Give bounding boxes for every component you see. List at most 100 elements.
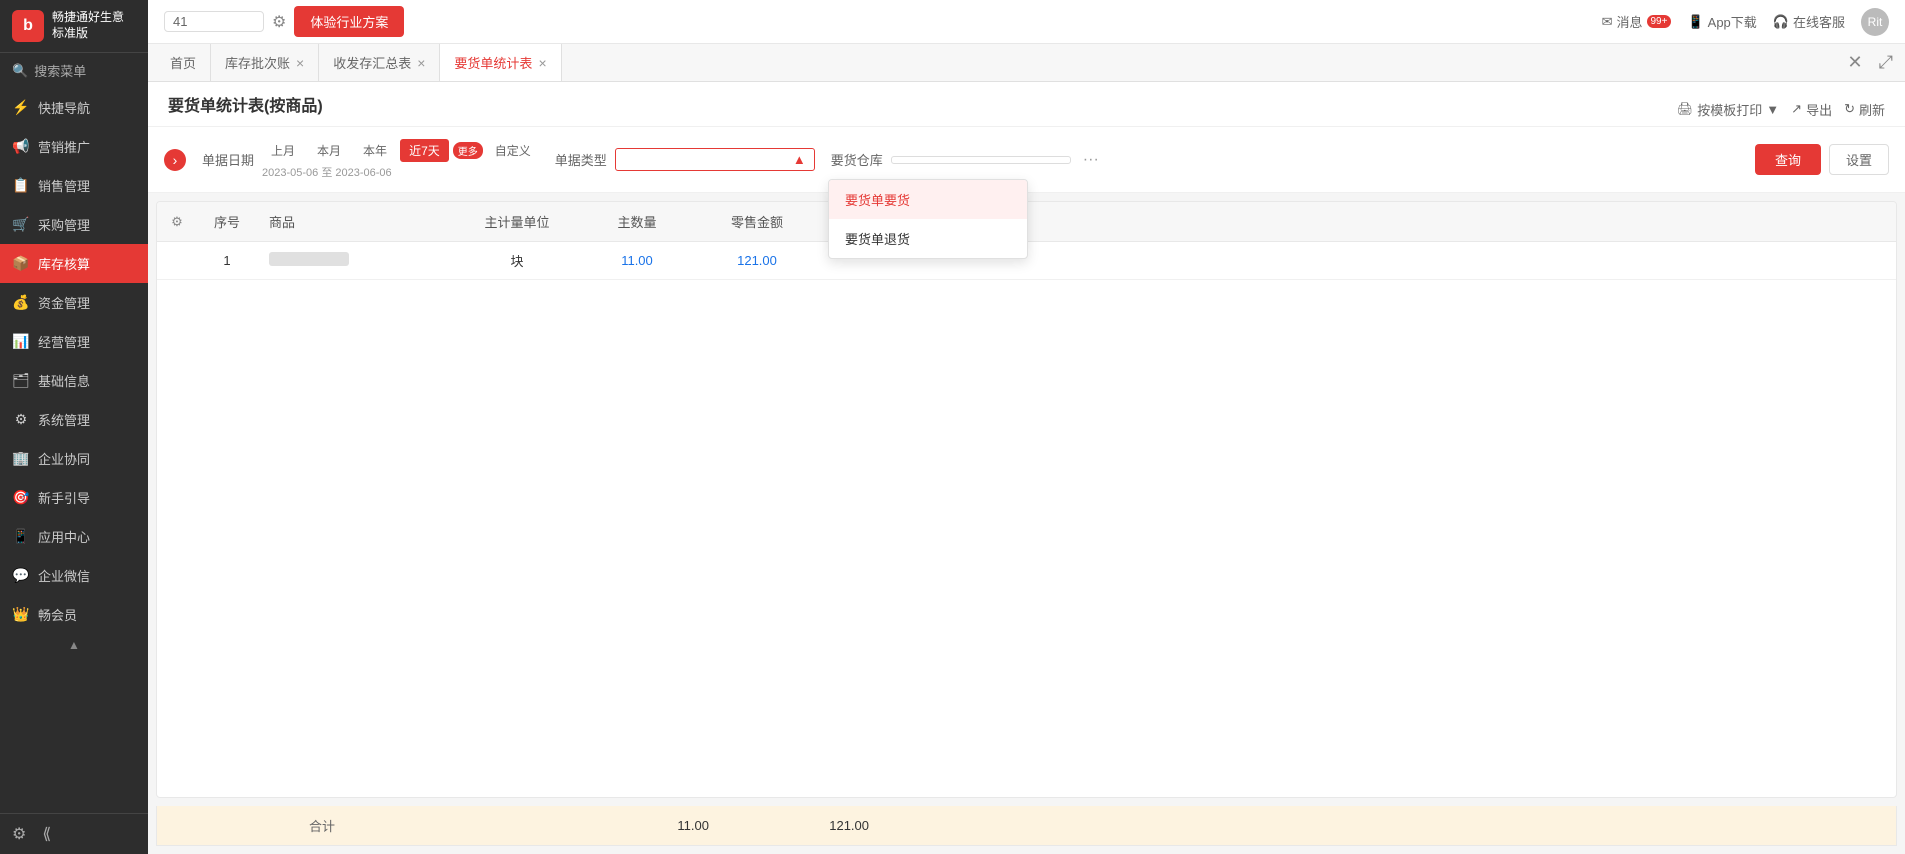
col-gear: ⚙ [157, 202, 197, 242]
trial-button[interactable]: 体验行业方案 [294, 6, 404, 37]
sidebar-item-label: 销售管理 [38, 176, 90, 195]
sidebar-item-label: 营销推广 [38, 137, 90, 156]
purchase-icon: 🛒 [12, 216, 30, 234]
last-7days-button[interactable]: 近7天 [400, 139, 449, 162]
data-table-area: ⚙ 序号 商品 主计量单位 主数量 零售金额 1 块 11.00 121.00 [156, 201, 1897, 798]
date-range-display: 2023-05-06 至 2023-06-06 [262, 164, 539, 180]
main-area: ⚙ 体验行业方案 ✉ 消息 99+ 📱 App下载 🎧 在线客服 Rit 首页库… [148, 0, 1905, 854]
last-month-button[interactable]: 上月 [262, 139, 304, 162]
marketing-icon: 📢 [12, 138, 30, 156]
sidebar-item-guide[interactable]: 🎯 新手引导 [0, 478, 148, 517]
tabbar: 首页库存批次账×收发存汇总表×要货单统计表× ✕ ⤢ [148, 44, 1905, 82]
tab-receivable-summary[interactable]: 收发存汇总表× [319, 44, 440, 81]
date-filter-buttons: 上月 本月 本年 近7天 更多 自定义 2023-05-06 至 2023-06… [262, 139, 539, 180]
custom-date-button[interactable]: 自定义 [487, 140, 539, 161]
query-button[interactable]: 查询 [1755, 144, 1821, 175]
sidebar-item-label: 采购管理 [38, 215, 90, 234]
col-unit: 主计量单位 [457, 202, 577, 242]
filter-expand-button[interactable]: › [164, 149, 186, 171]
tab-close-all[interactable]: ✕ [1844, 52, 1867, 73]
tab-close-receivable-summary[interactable]: × [417, 55, 425, 71]
sidebar-item-operations[interactable]: 📊经营管理 [0, 322, 148, 361]
sidebar-item-label: 系统管理 [38, 410, 90, 429]
sidebar-item-label: 快捷导航 [38, 98, 90, 117]
tab-close-inventory-batch[interactable]: × [296, 55, 304, 71]
messages-button[interactable]: ✉ 消息 99+ [1602, 12, 1672, 31]
print-dropdown-icon: ▼ [1766, 102, 1779, 117]
this-year-button[interactable]: 本年 [354, 139, 396, 162]
sidebar-item-label: 资金管理 [38, 293, 90, 312]
table-settings-icon[interactable]: ⚙ [171, 214, 183, 229]
sidebar-item-label: 新手引导 [38, 488, 90, 507]
membership-icon: 👑 [12, 606, 30, 624]
user-avatar[interactable]: Rit [1861, 8, 1889, 36]
sidebar-item-enterprise[interactable]: 🏢企业协同 [0, 439, 148, 478]
finance-icon: 💰 [12, 294, 30, 312]
sidebar-item-system[interactable]: ⚙系统管理 [0, 400, 148, 439]
export-icon: ↗ [1791, 101, 1802, 117]
footer-amount: 121.00 [749, 818, 869, 833]
guide-icon: 🎯 [12, 489, 30, 507]
collapse-icon[interactable]: ⟪ [42, 824, 51, 844]
logo-icon: b [12, 10, 44, 42]
sidebar-item-inventory[interactable]: 📦库存核算 [0, 244, 148, 283]
date-quick-buttons: 上月 本月 本年 近7天 更多 自定义 [262, 139, 539, 162]
settings-button[interactable]: 设置 [1829, 144, 1889, 175]
refresh-icon: ↻ [1844, 101, 1855, 117]
sidebar-item-finance[interactable]: 💰 资金管理 [0, 283, 148, 322]
type-filter-select[interactable]: ▲ [615, 148, 815, 171]
topbar-right: ✉ 消息 99+ 📱 App下载 🎧 在线客服 Rit [1602, 8, 1889, 36]
filter-more-dots[interactable]: ··· [1083, 151, 1099, 169]
table-footer: 合计 11.00 121.00 [156, 806, 1897, 846]
tab-expand[interactable]: ⤢ [1875, 52, 1897, 73]
settings-icon[interactable]: ⚙ [12, 824, 26, 844]
print-template-button[interactable]: 🖨 按模板打印 ▼ [1677, 100, 1779, 119]
sidebar-item-basic[interactable]: 🗂基础信息 [0, 361, 148, 400]
footer-quantity: 11.00 [589, 818, 709, 833]
topbar-gear-icon[interactable]: ⚙ [272, 12, 286, 32]
sidebar-item-membership[interactable]: 👑畅会员 [0, 595, 148, 634]
sidebar-item-label: 企业微信 [38, 566, 90, 585]
inventory-icon: 📦 [12, 255, 30, 273]
sidebar-item-quick-nav[interactable]: ⚡快捷导航 [0, 88, 148, 127]
dropdown-item-1[interactable]: 要货单退货 [829, 219, 1027, 258]
page-header: 要货单统计表(按商品) 🖨 按模板打印 ▼ ↗ 导出 ↻ 刷新 [148, 82, 1905, 127]
tab-inventory-batch[interactable]: 库存批次账 × [211, 44, 319, 81]
warehouse-filter-input[interactable] [891, 156, 1071, 164]
app-download-button[interactable]: 📱 App下载 [1687, 12, 1756, 31]
sidebar-scroll-down[interactable]: ▲ [0, 634, 148, 656]
sidebar-item-marketing[interactable]: 📢 营销推广 [0, 127, 148, 166]
more-dates-badge[interactable]: 更多 [453, 142, 483, 159]
sidebar-item-purchase[interactable]: 🛒 采购管理 [0, 205, 148, 244]
online-service-button[interactable]: 🎧 在线客服 [1773, 12, 1845, 31]
filter-area: › 单据日期 上月 本月 本年 近7天 更多 自定义 2023-05-06 至 … [148, 127, 1905, 193]
content-area: 要货单统计表(按商品) 🖨 按模板打印 ▼ ↗ 导出 ↻ 刷新 › [148, 82, 1905, 854]
sidebar-search[interactable]: 🔍 搜索菜单 [0, 53, 148, 88]
tab-order-stats[interactable]: 要货单统计表× [440, 44, 561, 81]
filter-actions: 查询 设置 [1755, 144, 1889, 175]
cell-quantity-0: 11.00 [577, 242, 697, 280]
sidebar-nav: ⚡快捷导航 📢 营销推广 📋销售管理 🛒 采购管理 📦库存核算 💰 资金管理 📊经营管理🗂基础信息… [0, 88, 148, 634]
app-icon: 📱 [1687, 14, 1703, 30]
export-button[interactable]: ↗ 导出 [1791, 100, 1832, 119]
tabs-container: 首页库存批次账×收发存汇总表×要货单统计表× [156, 44, 562, 81]
sidebar-item-label: 基础信息 [38, 371, 90, 390]
cell-gear-0 [157, 242, 197, 280]
dropdown-item-0[interactable]: 要货单要货 [829, 180, 1027, 219]
col-index: 序号 [197, 202, 257, 242]
type-dropdown: 要货单要货 要货单退货 [828, 179, 1028, 259]
sidebar-bottom: ⚙ ⟪ [0, 813, 148, 854]
sidebar-item-app-center[interactable]: 📱应用中心 [0, 517, 148, 556]
tab-label-inventory-batch: 库存批次账 [225, 53, 290, 72]
sidebar-item-sales[interactable]: 📋销售管理 [0, 166, 148, 205]
type-caret-icon: ▲ [793, 152, 806, 167]
topbar-number-input[interactable] [164, 11, 264, 32]
tab-close-order-stats[interactable]: × [538, 55, 546, 71]
print-icon: 🖨 [1677, 101, 1694, 117]
tab-home[interactable]: 首页 [156, 44, 211, 81]
this-month-button[interactable]: 本月 [308, 139, 350, 162]
message-badge: 99+ [1647, 15, 1672, 28]
refresh-button[interactable]: ↻ 刷新 [1844, 100, 1885, 119]
sidebar-item-wechat[interactable]: 💬企业微信 [0, 556, 148, 595]
page-title: 要货单统计表(按商品) [168, 92, 323, 126]
